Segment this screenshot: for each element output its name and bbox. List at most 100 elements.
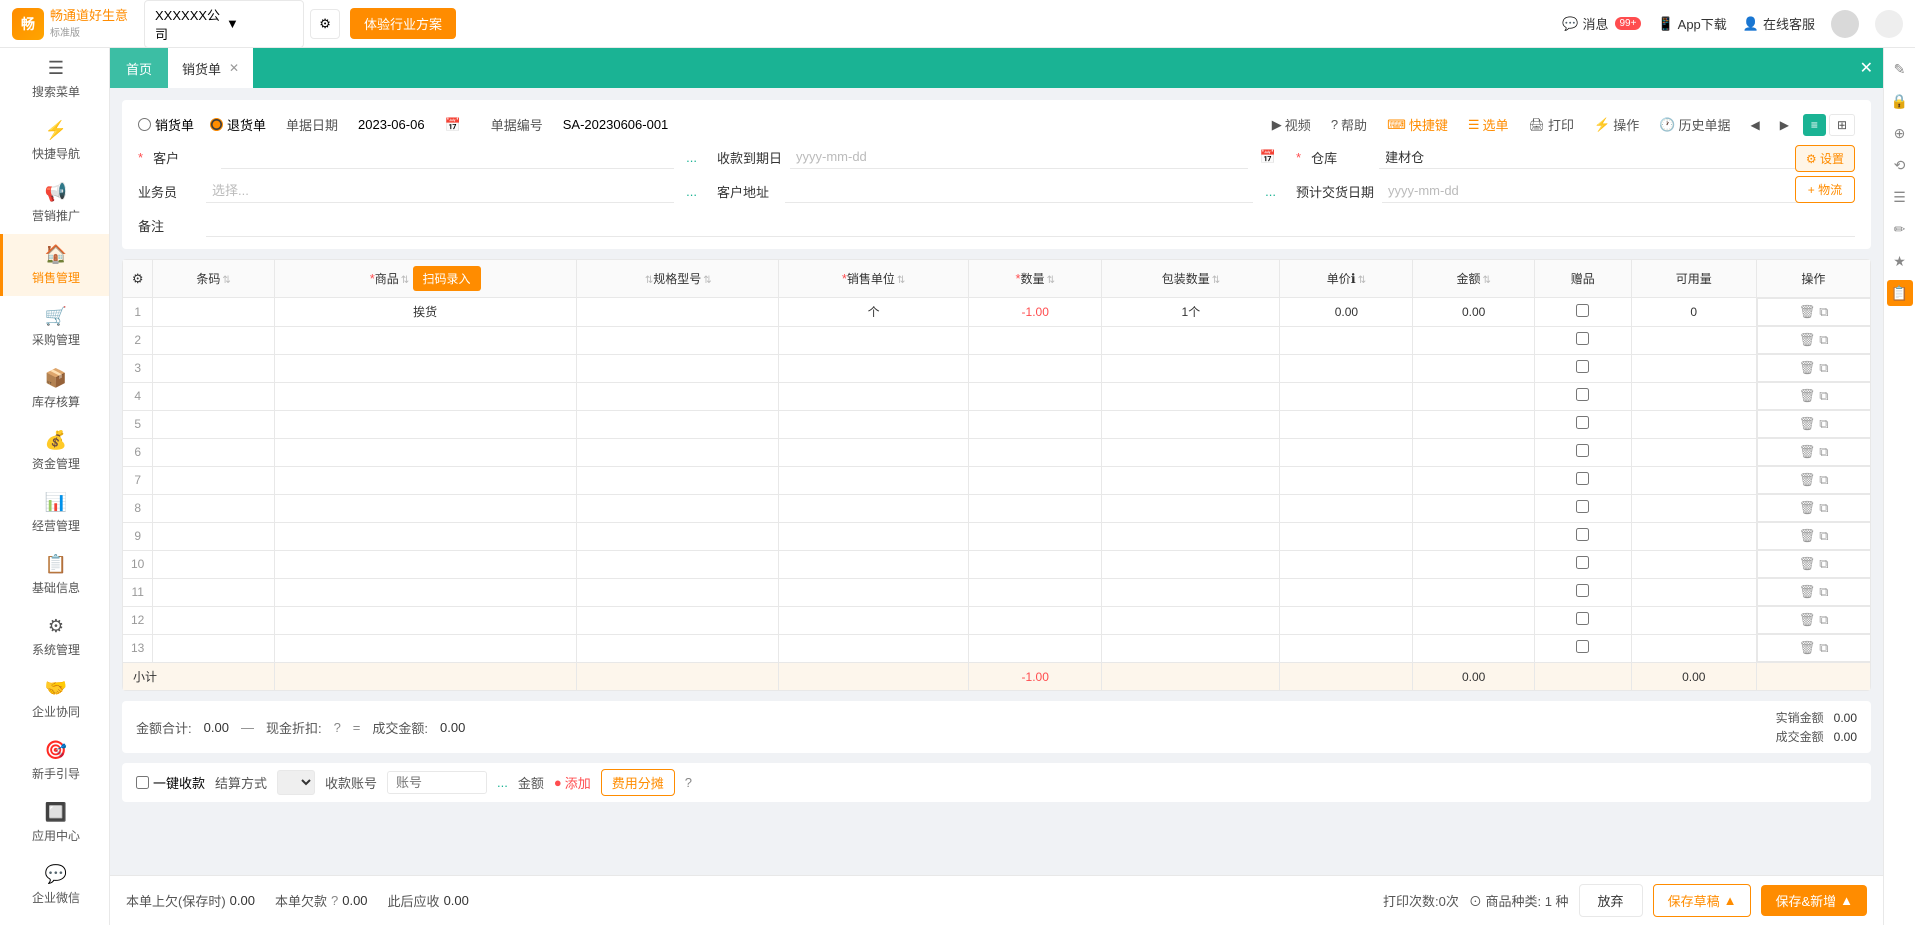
expense-split-button[interactable]: 费用分摊 (601, 769, 675, 796)
row-amount[interactable] (1413, 354, 1534, 382)
row-pkg-qty[interactable] (1102, 410, 1280, 438)
tab-home[interactable]: 首页 (110, 48, 168, 88)
discard-button[interactable]: 放弃 (1579, 884, 1643, 917)
row-gift[interactable] (1534, 522, 1631, 550)
row-amount[interactable] (1413, 326, 1534, 354)
row-delete-icon[interactable]: 🗑 (1799, 500, 1816, 516)
row-copy-icon[interactable]: ⧉ (1819, 388, 1828, 404)
row-copy-icon[interactable]: ⧉ (1819, 640, 1828, 656)
video-btn[interactable]: ▶ 视频 (1266, 112, 1317, 137)
row-copy-icon[interactable]: ⧉ (1819, 500, 1828, 516)
row-amount[interactable] (1413, 522, 1534, 550)
row-qty[interactable] (969, 382, 1102, 410)
row-price[interactable] (1280, 466, 1413, 494)
row-pkg-qty[interactable] (1102, 550, 1280, 578)
row-qty[interactable] (969, 466, 1102, 494)
row-spec[interactable] (576, 578, 779, 606)
row-gift[interactable] (1534, 326, 1631, 354)
row-price[interactable] (1280, 410, 1413, 438)
save-new-button[interactable]: 保存&新增 ▲ (1761, 885, 1867, 916)
row-amount[interactable] (1413, 466, 1534, 494)
row-spec[interactable] (576, 522, 779, 550)
col-gear[interactable]: ⚙ (123, 260, 153, 298)
avatar[interactable] (1831, 10, 1859, 38)
prev-btn[interactable]: ◀ (1744, 115, 1765, 135)
row-gift[interactable] (1534, 466, 1631, 494)
row-spec[interactable] (576, 438, 779, 466)
row-price[interactable] (1280, 494, 1413, 522)
tab-sales-order[interactable]: 销货单 ✕ (168, 48, 253, 88)
row-qty[interactable] (969, 438, 1102, 466)
row-pkg-qty[interactable] (1102, 494, 1280, 522)
row-gift[interactable] (1534, 606, 1631, 634)
payment-calendar-icon[interactable]: 📅 (1260, 149, 1276, 165)
row-unit[interactable]: 个 (779, 298, 969, 327)
row-product[interactable] (274, 494, 576, 522)
row-product[interactable] (274, 466, 576, 494)
calendar-icon[interactable]: 📅 (445, 117, 461, 133)
account-input[interactable] (387, 771, 487, 794)
row-copy-icon[interactable]: ⧉ (1819, 472, 1828, 488)
row-delete-icon[interactable]: 🗑 (1799, 472, 1816, 488)
sidebar-item-quick-nav[interactable]: ⚡ 快捷导航 (0, 110, 109, 172)
right-btn-7[interactable]: ★ (1887, 248, 1913, 274)
row-pkg-qty[interactable] (1102, 438, 1280, 466)
row-spec[interactable] (576, 382, 779, 410)
row-delete-icon[interactable]: 🗑 (1799, 640, 1816, 656)
company-settings-button[interactable]: ⚙ (310, 9, 340, 39)
row-product[interactable]: 挨货 (274, 298, 576, 327)
row-spec[interactable] (576, 410, 779, 438)
right-btn-2[interactable]: 🔒 (1887, 88, 1913, 114)
row-gift[interactable] (1534, 550, 1631, 578)
row-product[interactable] (274, 438, 576, 466)
row-amount[interactable] (1413, 634, 1534, 663)
row-price[interactable] (1280, 550, 1413, 578)
one-click-payment-checkbox[interactable]: 一键收款 (136, 773, 205, 792)
row-pkg-qty[interactable] (1102, 466, 1280, 494)
row-copy-icon[interactable]: ⧉ (1819, 528, 1828, 544)
row-spec[interactable] (576, 494, 779, 522)
settings-float-btn[interactable]: ⚙ 设置 (1795, 145, 1855, 172)
row-gift[interactable] (1534, 298, 1631, 327)
row-barcode[interactable] (153, 466, 274, 494)
row-product[interactable] (274, 522, 576, 550)
row-unit[interactable] (779, 550, 969, 578)
sidebar-item-basic[interactable]: 📋 基础信息 (0, 544, 109, 606)
row-price[interactable] (1280, 438, 1413, 466)
expected-date-input[interactable] (1382, 179, 1827, 203)
row-copy-icon[interactable]: ⧉ (1819, 304, 1828, 320)
row-gift[interactable] (1534, 438, 1631, 466)
row-spec[interactable] (576, 634, 779, 663)
sidebar-item-guide[interactable]: 🎯 新手引导 (0, 730, 109, 792)
row-gift[interactable] (1534, 382, 1631, 410)
row-barcode[interactable] (153, 494, 274, 522)
right-btn-1[interactable]: ✎ (1887, 56, 1913, 82)
row-qty[interactable] (969, 522, 1102, 550)
row-barcode[interactable] (153, 382, 274, 410)
row-spec[interactable] (576, 550, 779, 578)
sidebar-item-enterprise[interactable]: 🤝 企业协同 (0, 668, 109, 730)
sidebar-item-wechat[interactable]: 💬 企业微信 (0, 854, 109, 916)
row-amount[interactable] (1413, 606, 1534, 634)
row-qty[interactable] (969, 550, 1102, 578)
row-pkg-qty[interactable]: 1个 (1102, 298, 1280, 327)
row-copy-icon[interactable]: ⧉ (1819, 444, 1828, 460)
row-price[interactable] (1280, 606, 1413, 634)
note-input[interactable] (206, 213, 1855, 237)
row-barcode[interactable] (153, 354, 274, 382)
row-product[interactable] (274, 326, 576, 354)
row-qty[interactable] (969, 606, 1102, 634)
customer-dots[interactable]: ... (686, 150, 697, 165)
avatar2[interactable] (1875, 10, 1903, 38)
row-price[interactable] (1280, 578, 1413, 606)
row-spec[interactable] (576, 466, 779, 494)
row-amount[interactable] (1413, 382, 1534, 410)
row-pkg-qty[interactable] (1102, 522, 1280, 550)
row-unit[interactable] (779, 578, 969, 606)
row-pkg-qty[interactable] (1102, 326, 1280, 354)
sidebar-item-apps[interactable]: 🔲 应用中心 (0, 792, 109, 854)
settlement-method-select[interactable] (277, 770, 315, 795)
right-btn-5[interactable]: ☰ (1887, 184, 1913, 210)
view-list-btn[interactable]: ≡ (1803, 114, 1826, 136)
row-barcode[interactable] (153, 410, 274, 438)
